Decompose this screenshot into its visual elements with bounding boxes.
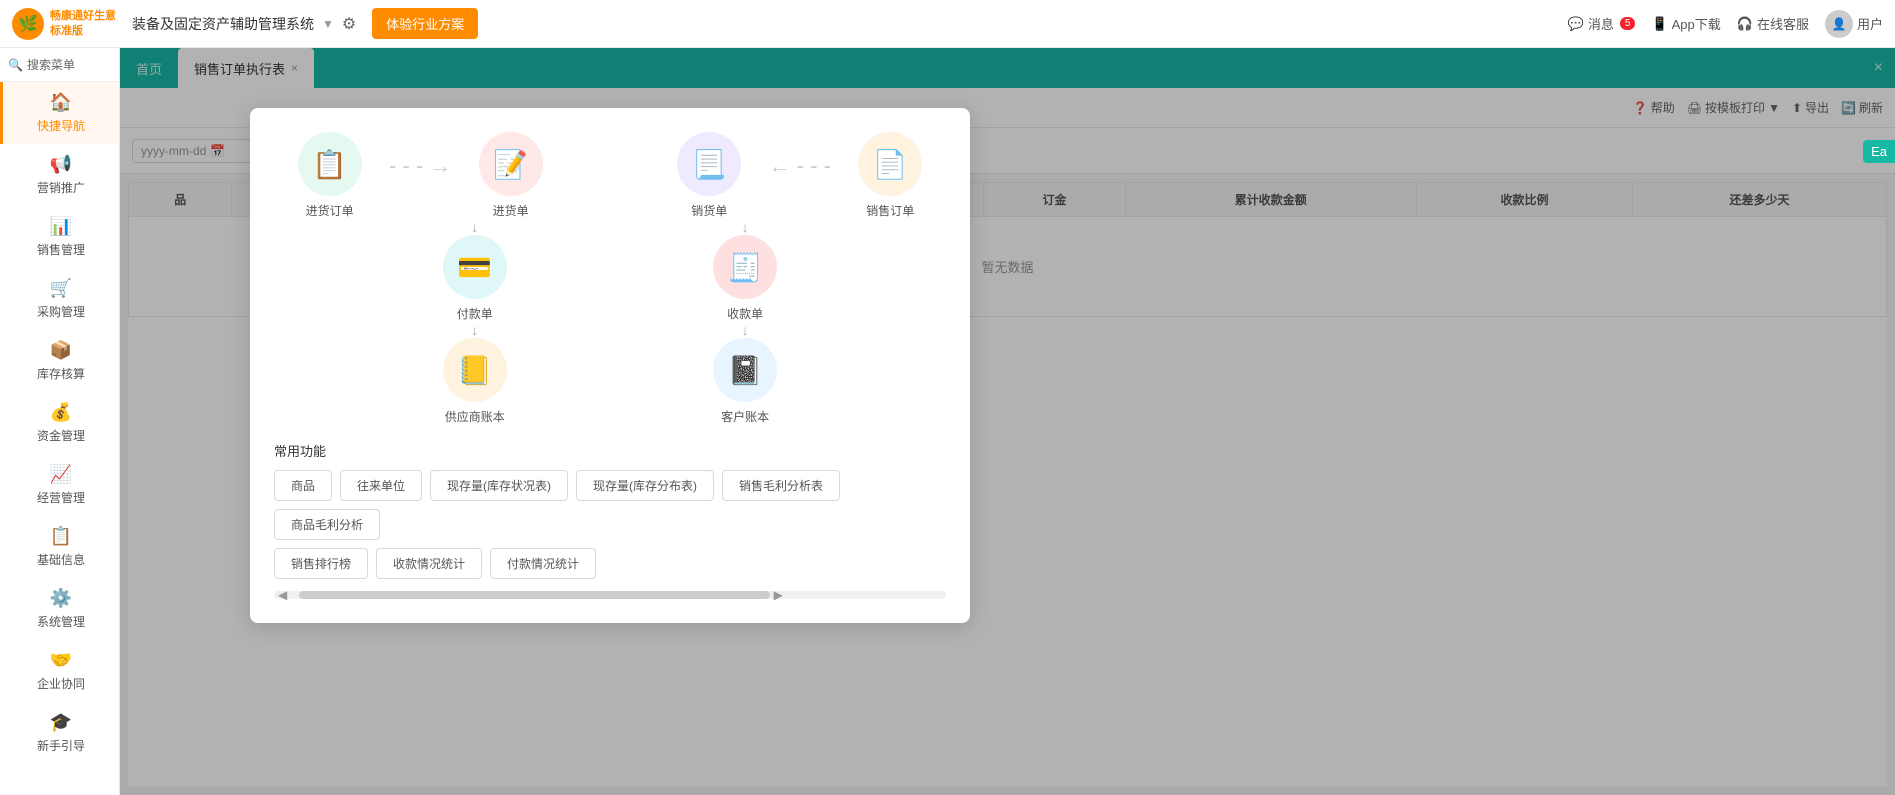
flow-node-sales-bill[interactable]: 📃 销货单: [677, 132, 741, 219]
marketing-icon: 📢: [50, 154, 72, 175]
func-btn-goods[interactable]: 商品: [274, 470, 332, 501]
scroll-left-icon[interactable]: ◀: [274, 588, 291, 602]
flow-down-purchase-bill: ↓: [443, 219, 507, 235]
modal-overlay: 📋 进货订单 - - - → 📝 进货单: [120, 48, 1895, 795]
finance-icon: 💰: [50, 402, 72, 423]
basic-info-icon: 📋: [50, 526, 72, 547]
search-icon: 🔍: [8, 58, 23, 72]
flow-circle-purchase-order: 📋: [298, 132, 362, 196]
flow-node-purchase-order[interactable]: 📋 进货订单: [298, 132, 362, 219]
message-icon: 💬: [1568, 16, 1584, 32]
flow-circle-sales-bill: 📃: [677, 132, 741, 196]
flow-node-sales-order[interactable]: 📄 销售订单: [858, 132, 922, 219]
flow-node-payment-bill[interactable]: 💳 付款单: [443, 235, 507, 322]
flow-arrow-sales-order-to-bill: ← - - -: [769, 153, 831, 179]
flow-row-1: 📋 进货订单 - - - → 📝 进货单: [284, 132, 936, 219]
flow-circle-receipt-bill: 🧾: [713, 235, 777, 299]
system-title-text: 装备及固定资产辅助管理系统: [132, 14, 314, 34]
content-area: 首页 销售订单执行表 × × ❓ 帮助 🖨 按模板打印 ▼ ⬆ 导出: [120, 48, 1895, 795]
operations-icon: 📈: [50, 464, 72, 485]
inventory-icon: 📦: [50, 340, 72, 361]
func-btn-payment-stats[interactable]: 付款情况统计: [490, 548, 596, 579]
func-btn-receipt-stats[interactable]: 收款情况统计: [376, 548, 482, 579]
logo-area: 🌿 畅康通好生意 标准版: [12, 8, 132, 40]
flow-node-customer-ledger[interactable]: 📓 客户账本: [713, 338, 777, 425]
sidebar-item-sales[interactable]: 📊 销售管理: [0, 206, 119, 268]
flow-circle-sales-order: 📄: [858, 132, 922, 196]
sidebar-item-system[interactable]: ⚙️ 系统管理: [0, 578, 119, 640]
flow-row-3-arrows: ↓ ↓: [284, 322, 936, 338]
flow-down-sales-bill: ↓: [713, 219, 777, 235]
flow-container: 📋 进货订单 - - - → 📝 进货单: [274, 132, 946, 425]
flow-row-arrows: ↓ ↓: [284, 219, 936, 235]
enterprise-icon: 🤝: [50, 650, 72, 671]
headset-icon: 🎧: [1737, 16, 1753, 32]
logo-icon: 🌿: [12, 8, 44, 40]
modal-box: 📋 进货订单 - - - → 📝 进货单: [250, 108, 970, 623]
flow-row-3: 📒 供应商账本 📓 客户账本: [284, 338, 936, 425]
flow-circle-supplier-ledger: 📒: [443, 338, 507, 402]
system-icon: ⚙️: [50, 588, 72, 609]
common-functions-section: 常用功能 商品 往来单位 现存量(库存状况表) 现存量(库存分布表) 销售毛利分…: [274, 441, 946, 579]
app-download-btn[interactable]: 📱 App下载: [1651, 14, 1720, 33]
sidebar-item-newbie[interactable]: 🎓 新手引导: [0, 702, 119, 764]
flow-node-supplier-ledger[interactable]: 📒 供应商账本: [443, 338, 507, 425]
sidebar-item-quick-nav[interactable]: 🏠 快捷导航: [0, 82, 119, 144]
func-btn-partner[interactable]: 往来单位: [340, 470, 422, 501]
flow-node-purchase-bill[interactable]: 📝 进货单: [479, 132, 543, 219]
settings-gear-icon[interactable]: ⚙: [342, 14, 356, 34]
sidebar-item-finance[interactable]: 💰 资金管理: [0, 392, 119, 454]
online-service-btn[interactable]: 🎧 在线客服: [1737, 14, 1809, 33]
message-btn[interactable]: 💬 消息 5: [1568, 14, 1636, 33]
func-buttons-row-1: 商品 往来单位 现存量(库存状况表) 现存量(库存分布表) 销售毛利分析表 商品…: [274, 470, 946, 540]
system-title-area: 装备及固定资产辅助管理系统 ▼ ⚙ 体验行业方案: [132, 8, 1568, 39]
sidebar-item-operations[interactable]: 📈 经营管理: [0, 454, 119, 516]
flow-circle-purchase-bill: 📝: [479, 132, 543, 196]
sales-icon: 📊: [50, 216, 72, 237]
topbar: 🌿 畅康通好生意 标准版 装备及固定资产辅助管理系统 ▼ ⚙ 体验行业方案 💬 …: [0, 0, 1895, 48]
flow-circle-customer-ledger: 📓: [713, 338, 777, 402]
topbar-right: 💬 消息 5 📱 App下载 🎧 在线客服 👤 用户: [1568, 10, 1883, 38]
modal-scrollbar[interactable]: ◀ ▶: [274, 591, 946, 599]
download-icon: 📱: [1651, 16, 1667, 32]
func-btn-goods-profit[interactable]: 商品毛利分析: [274, 509, 380, 540]
newbie-icon: 🎓: [50, 712, 72, 733]
func-btn-sales-rank[interactable]: 销售排行榜: [274, 548, 368, 579]
flow-row-2: 💳 付款单 🧾 收款单: [284, 235, 936, 322]
user-menu[interactable]: 👤 用户: [1825, 10, 1883, 38]
func-buttons-row-2: 销售排行榜 收款情况统计 付款情况统计: [274, 548, 946, 579]
func-btn-stock-dist[interactable]: 现存量(库存分布表): [576, 470, 714, 501]
sidebar-item-enterprise[interactable]: 🤝 企业协同: [0, 640, 119, 702]
purchase-icon: 🛒: [50, 278, 72, 299]
sidebar-item-marketing[interactable]: 📢 营销推广: [0, 144, 119, 206]
experience-btn[interactable]: 体验行业方案: [372, 8, 478, 39]
sidebar-item-basic-info[interactable]: 📋 基础信息: [0, 516, 119, 578]
sidebar-item-purchase[interactable]: 🛒 采购管理: [0, 268, 119, 330]
home-icon: 🏠: [50, 92, 72, 113]
ea-badge[interactable]: Ea: [1863, 140, 1895, 163]
flow-arrow-purchase-order-to-bill: - - - →: [389, 153, 451, 179]
logo-text: 畅康通好生意 标准版: [50, 9, 116, 38]
func-btn-stock-status[interactable]: 现存量(库存状况表): [430, 470, 568, 501]
avatar: 👤: [1825, 10, 1853, 38]
common-functions-title: 常用功能: [274, 441, 946, 460]
scrollbar-thumb[interactable]: [299, 591, 769, 599]
sidebar-search[interactable]: 🔍 搜索菜单: [0, 48, 119, 82]
message-badge: 5: [1620, 17, 1636, 30]
flow-node-receipt-bill[interactable]: 🧾 收款单: [713, 235, 777, 322]
sidebar: 🔍 搜索菜单 🏠 快捷导航 📢 营销推广 📊 销售管理 🛒 采购管理 📦 库存核…: [0, 48, 120, 795]
func-btn-sales-profit[interactable]: 销售毛利分析表: [722, 470, 840, 501]
main-layout: 🔍 搜索菜单 🏠 快捷导航 📢 营销推广 📊 销售管理 🛒 采购管理 📦 库存核…: [0, 48, 1895, 795]
flow-circle-payment-bill: 💳: [443, 235, 507, 299]
scroll-right-icon[interactable]: ▶: [770, 588, 787, 602]
sidebar-item-inventory[interactable]: 📦 库存核算: [0, 330, 119, 392]
system-title-chevron-icon[interactable]: ▼: [322, 17, 334, 31]
